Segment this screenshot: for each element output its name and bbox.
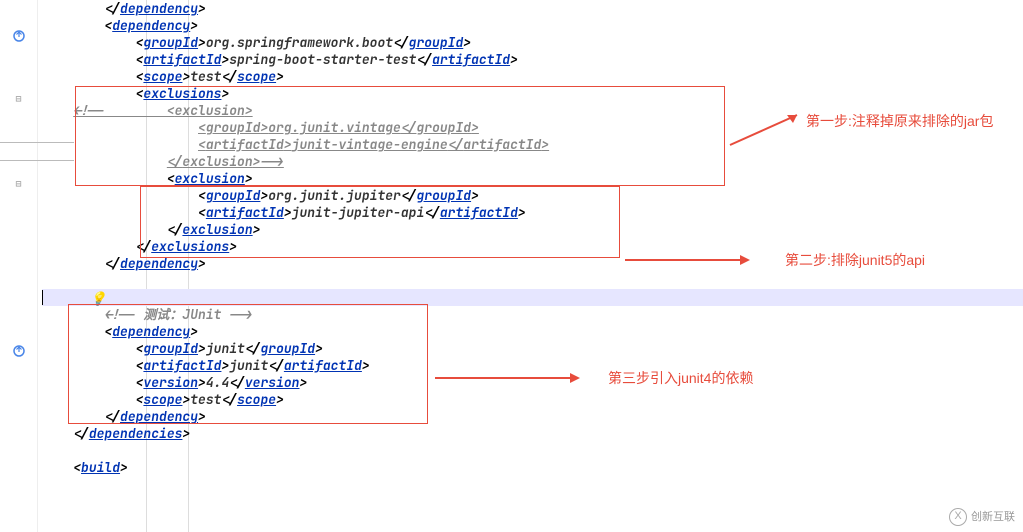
fold-icon[interactable]: ⊟ [15, 90, 21, 107]
annotation-text-2: 第二步:排除junit5的api [785, 252, 925, 269]
code-line: <dependency> [42, 323, 1023, 340]
code-line: <scope>test</scope> [42, 391, 1023, 408]
code-line: <groupId>junit</groupId> [42, 340, 1023, 357]
code-line: <artifactId>spring-boot-starter-test</ar… [42, 51, 1023, 68]
fold-icon[interactable]: ⊟ [15, 175, 21, 192]
override-icon [13, 30, 25, 47]
code-line [42, 442, 1023, 459]
code-line: </dependency> [42, 0, 1023, 17]
code-line: </dependencies> [42, 425, 1023, 442]
watermark-text: 创新互联 [971, 509, 1015, 526]
code-line: </dependency> [42, 408, 1023, 425]
code-line: <dependency> [42, 17, 1023, 34]
override-icon [13, 345, 25, 362]
code-line: <groupId>org.junit.jupiter</groupId> [42, 187, 1023, 204]
code-line: <exclusion> [42, 170, 1023, 187]
annotation-text-3: 第三步引入junit4的依赖 [608, 370, 753, 387]
code-line: <version>4.4</version> [42, 374, 1023, 391]
code-line: <scope>test</scope> [42, 68, 1023, 85]
code-line: </exclusion>--> [42, 153, 1023, 170]
code-line: </exclusion> [42, 221, 1023, 238]
code-line: <build> [42, 459, 1023, 476]
code-line: <artifactId>junit-vintage-engine</artifa… [42, 136, 1023, 153]
caret-line [42, 289, 1023, 306]
code-line: <exclusions> [42, 85, 1023, 102]
gutter: ⊟ ⊟ [0, 0, 38, 532]
code-line: <!-- 测试：JUnit --> [42, 306, 1023, 323]
connector-line [0, 160, 74, 161]
watermark-icon: X [949, 508, 967, 526]
code-line: <artifactId>junit-jupiter-api</artifactI… [42, 204, 1023, 221]
bulb-icon[interactable]: 💡 [90, 290, 106, 307]
code-line: <groupId>org.springframework.boot</group… [42, 34, 1023, 51]
code-line: <artifactId>junit</artifactId> [42, 357, 1023, 374]
annotation-text-1: 第一步:注释掉原来排除的jar包 [806, 113, 993, 130]
code-line [42, 272, 1023, 289]
watermark: X 创新互联 [949, 508, 1015, 526]
connector-line [0, 142, 74, 143]
